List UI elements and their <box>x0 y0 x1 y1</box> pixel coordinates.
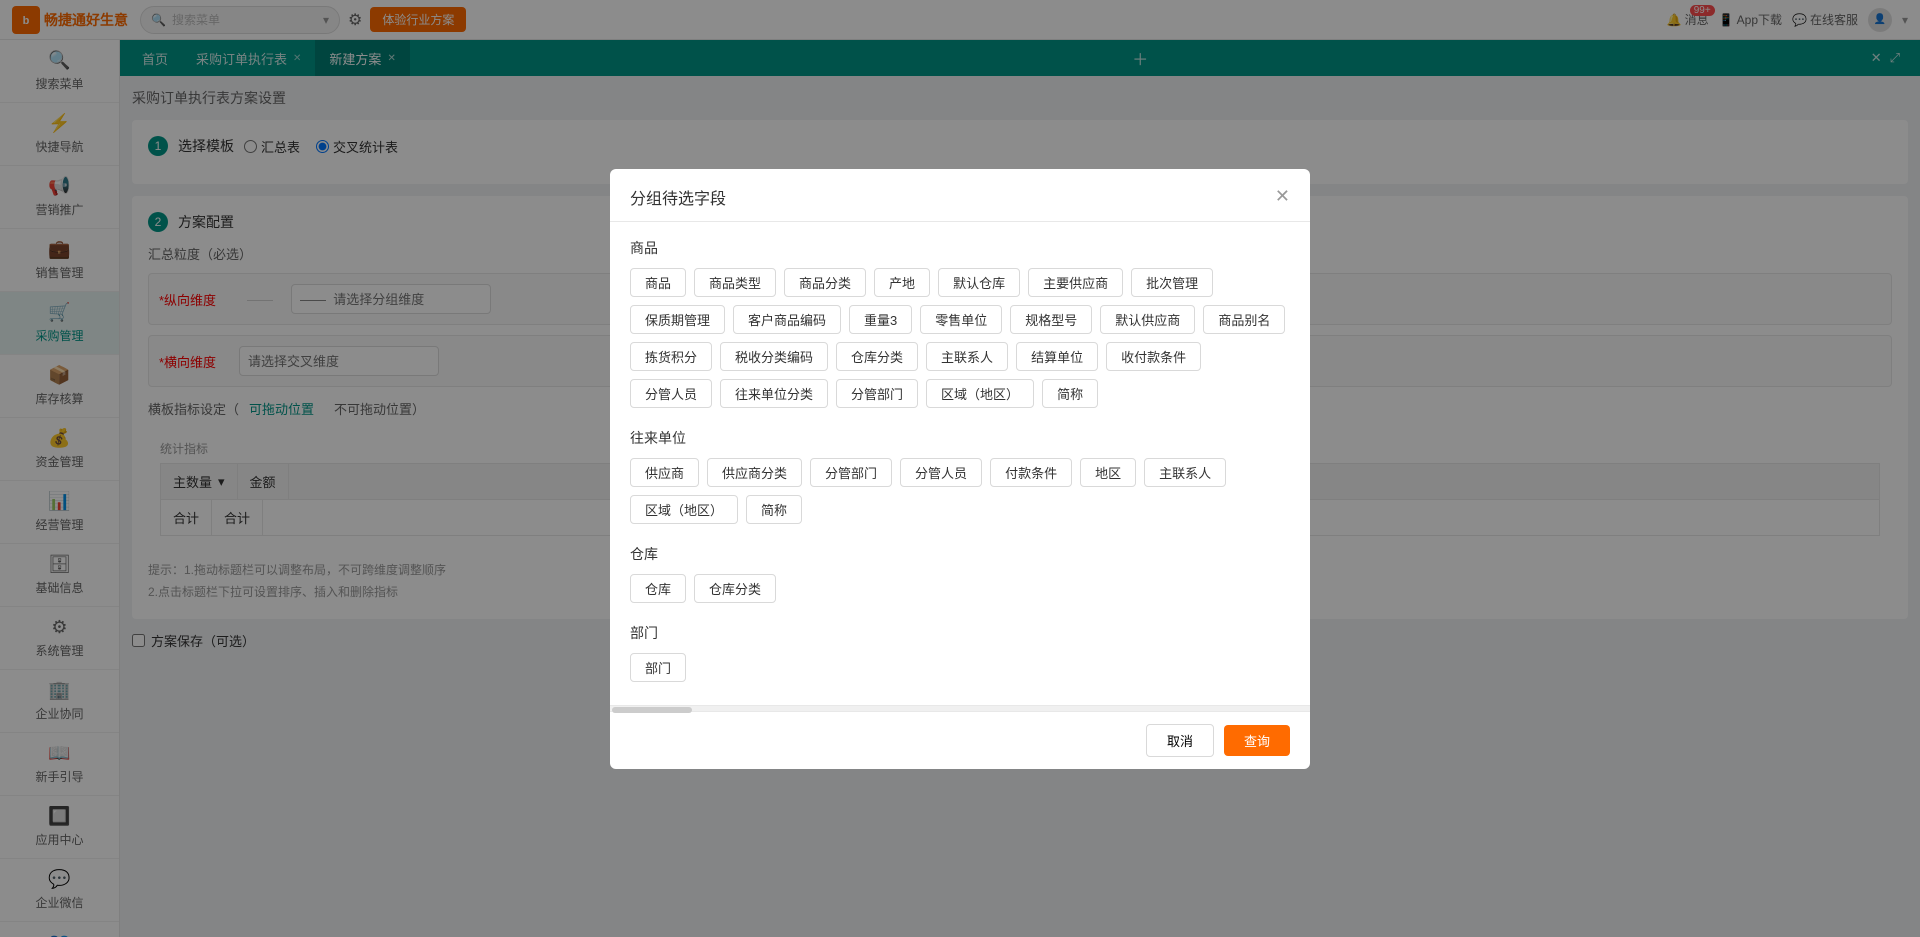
field-tag-supervisor2[interactable]: 分管人员 <box>900 458 982 487</box>
field-tag-short-name[interactable]: 简称 <box>1042 379 1098 408</box>
field-select-modal: 分组待选字段 ✕ 商品 商品 商品类型 商品分类 产地 默认仓库 主要供应商 批… <box>610 169 1310 769</box>
field-tag-region[interactable]: 区域（地区） <box>926 379 1034 408</box>
section-product: 商品 商品 商品类型 商品分类 产地 默认仓库 主要供应商 批次管理 保质期管理… <box>630 238 1290 408</box>
field-tag-payment-terms[interactable]: 收付款条件 <box>1106 342 1201 371</box>
field-tag-batch-mgmt[interactable]: 批次管理 <box>1131 268 1213 297</box>
field-tag-main-contact2[interactable]: 主联系人 <box>1144 458 1226 487</box>
modal-title: 分组待选字段 <box>630 185 726 209</box>
field-tag-customer-code[interactable]: 客户商品编码 <box>733 305 841 334</box>
field-tag-supervisor[interactable]: 分管人员 <box>630 379 712 408</box>
modal-horizontal-scrollbar[interactable] <box>610 705 1310 711</box>
field-tag-weight3[interactable]: 重量3 <box>849 305 912 334</box>
modal-footer: 取消 查询 <box>610 711 1310 769</box>
warehouse-fields: 仓库 仓库分类 <box>630 574 1290 603</box>
section-partner-title: 往来单位 <box>630 428 1290 448</box>
section-warehouse-title: 仓库 <box>630 544 1290 564</box>
field-tag-origin[interactable]: 产地 <box>874 268 930 297</box>
field-tag-settlement-unit[interactable]: 结算单位 <box>1016 342 1098 371</box>
field-tag-default-warehouse[interactable]: 默认仓库 <box>938 268 1020 297</box>
field-tag-product-category[interactable]: 商品分类 <box>784 268 866 297</box>
dept-fields: 部门 <box>630 653 1290 682</box>
field-tag-spec-model[interactable]: 规格型号 <box>1010 305 1092 334</box>
field-tag-partner-category[interactable]: 往来单位分类 <box>720 379 828 408</box>
field-tag-area2[interactable]: 区域（地区） <box>630 495 738 524</box>
field-tag-supplier-cat[interactable]: 供应商分类 <box>707 458 802 487</box>
section-partner: 往来单位 供应商 供应商分类 分管部门 分管人员 付款条件 地区 主联系人 区域… <box>630 428 1290 524</box>
product-fields: 商品 商品类型 商品分类 产地 默认仓库 主要供应商 批次管理 保质期管理 客户… <box>630 268 1290 408</box>
partner-fields: 供应商 供应商分类 分管部门 分管人员 付款条件 地区 主联系人 区域（地区） … <box>630 458 1290 524</box>
field-tag-supplier[interactable]: 供应商 <box>630 458 699 487</box>
field-tag-tax-code[interactable]: 税收分类编码 <box>720 342 828 371</box>
field-tag-short2[interactable]: 简称 <box>746 495 802 524</box>
field-tag-warehouse[interactable]: 仓库 <box>630 574 686 603</box>
field-tag-retail-unit[interactable]: 零售单位 <box>920 305 1002 334</box>
modal-header: 分组待选字段 ✕ <box>610 169 1310 222</box>
modal-overlay: 分组待选字段 ✕ 商品 商品 商品类型 商品分类 产地 默认仓库 主要供应商 批… <box>0 0 1920 937</box>
field-tag-wh-category[interactable]: 仓库分类 <box>694 574 776 603</box>
field-tag-product-alias[interactable]: 商品别名 <box>1203 305 1285 334</box>
section-warehouse: 仓库 仓库 仓库分类 <box>630 544 1290 603</box>
section-department: 部门 部门 <box>630 623 1290 682</box>
confirm-button[interactable]: 查询 <box>1224 725 1290 756</box>
field-tag-pick-points[interactable]: 拣货积分 <box>630 342 712 371</box>
scrollbar-thumb-h <box>612 707 692 713</box>
field-tag-dept[interactable]: 部门 <box>630 653 686 682</box>
field-tag-dept-charge[interactable]: 分管部门 <box>836 379 918 408</box>
field-tag-main-contact[interactable]: 主联系人 <box>926 342 1008 371</box>
field-tag-shelf-life[interactable]: 保质期管理 <box>630 305 725 334</box>
modal-body: 商品 商品 商品类型 商品分类 产地 默认仓库 主要供应商 批次管理 保质期管理… <box>610 222 1310 705</box>
field-tag-region2[interactable]: 地区 <box>1080 458 1136 487</box>
field-tag-main-supplier[interactable]: 主要供应商 <box>1028 268 1123 297</box>
field-tag-default-supplier[interactable]: 默认供应商 <box>1100 305 1195 334</box>
modal-close-icon[interactable]: ✕ <box>1275 186 1290 207</box>
field-tag-dept2[interactable]: 分管部门 <box>810 458 892 487</box>
section-dept-title: 部门 <box>630 623 1290 643</box>
field-tag-product-type[interactable]: 商品类型 <box>694 268 776 297</box>
field-tag-warehouse-category[interactable]: 仓库分类 <box>836 342 918 371</box>
field-tag-payment-cond[interactable]: 付款条件 <box>990 458 1072 487</box>
section-product-title: 商品 <box>630 238 1290 258</box>
cancel-button[interactable]: 取消 <box>1146 724 1214 757</box>
field-tag-product[interactable]: 商品 <box>630 268 686 297</box>
